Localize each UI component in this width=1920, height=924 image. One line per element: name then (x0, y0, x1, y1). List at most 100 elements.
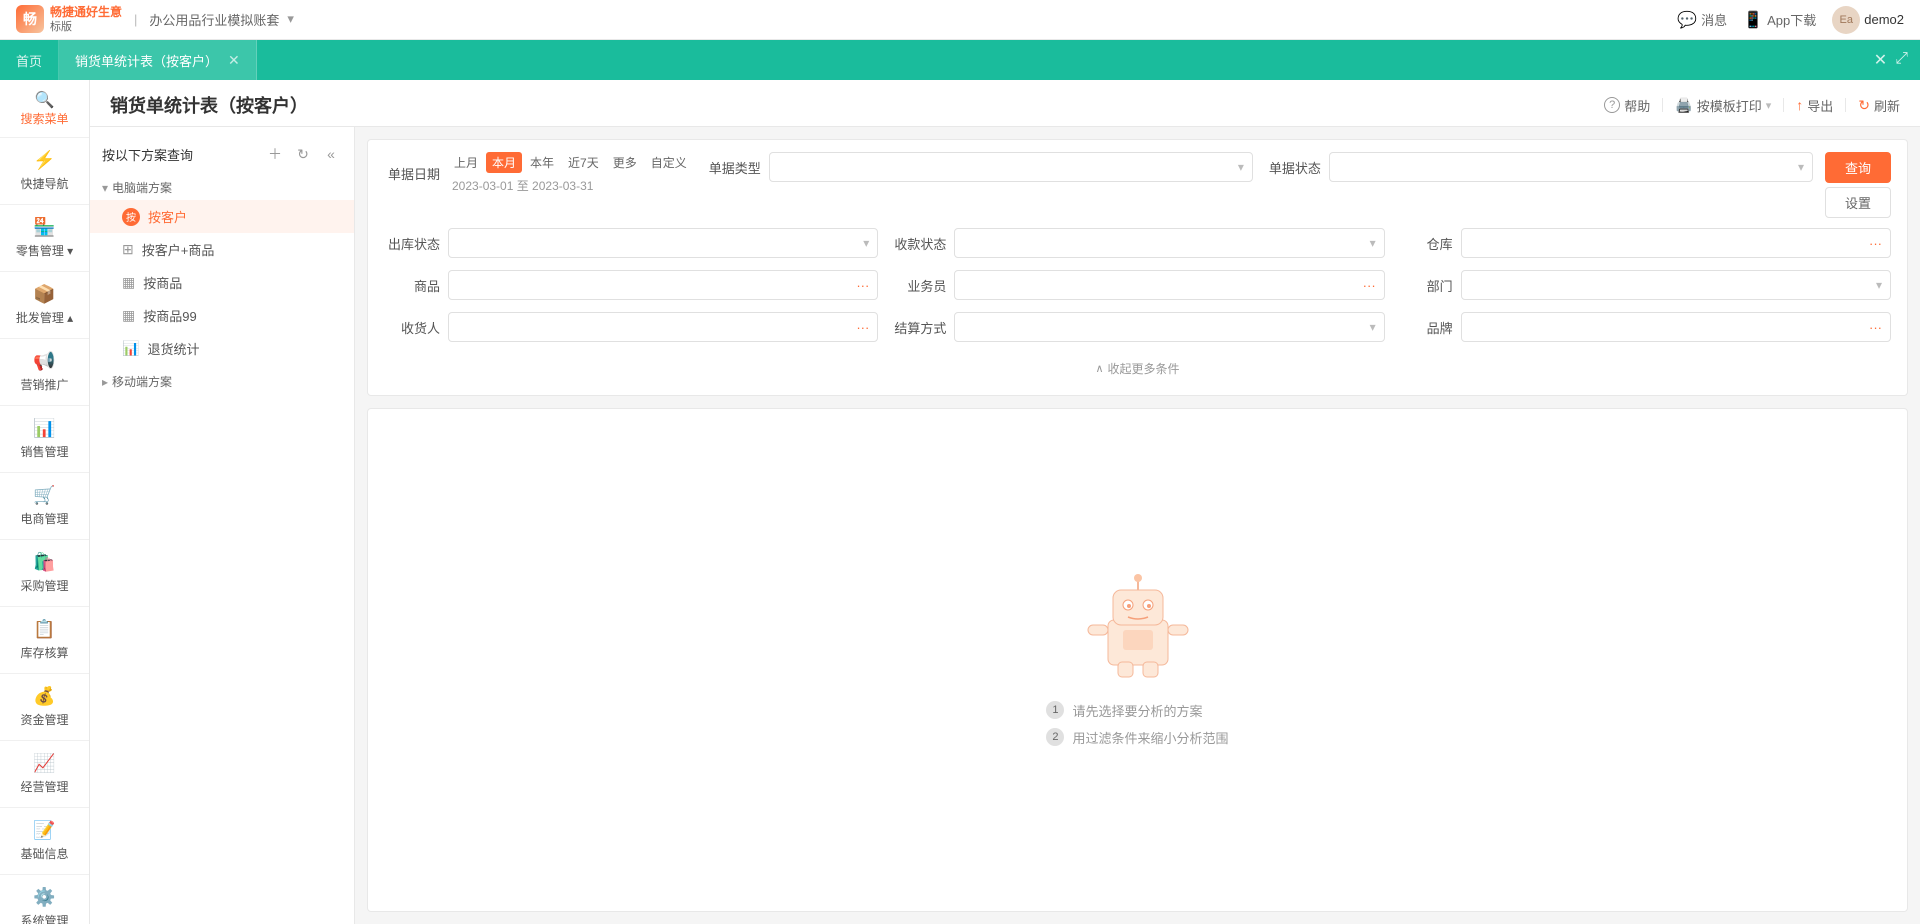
settings-button[interactable]: 设置 (1825, 187, 1891, 218)
department-control[interactable]: ▾ (1461, 270, 1891, 300)
sidebar-item-ops[interactable]: 📈 经营管理 (0, 741, 89, 808)
scheme-by-customer[interactable]: 按 按客户 (90, 200, 354, 233)
sidebar-item-system[interactable]: ⚙️ 系统管理 (0, 875, 89, 924)
collapse-scheme-btn[interactable]: « (320, 143, 342, 165)
mobile-group-arrow-icon: ▸ (102, 375, 108, 389)
scheme-return-stats[interactable]: 📊 退货统计 (90, 332, 354, 365)
add-scheme-btn[interactable]: ＋ (264, 143, 286, 165)
sidebar-item-ecom[interactable]: 🛒 电商管理 (0, 473, 89, 540)
sidebar-item-retail[interactable]: 🏪 零售管理 ▾ (0, 205, 89, 272)
grid-icon: ⊞ (122, 241, 134, 258)
recipient-more-icon[interactable]: ··· (856, 320, 869, 335)
sidebar-item-wholesale[interactable]: 📦 批发管理 ▴ (0, 272, 89, 339)
tab-close-btn[interactable]: ✕ (1874, 50, 1887, 70)
recipient-control[interactable]: ··· (448, 312, 878, 342)
warehouse-more-icon[interactable]: ··· (1869, 236, 1882, 251)
product-more-icon[interactable]: ··· (856, 278, 869, 293)
purchase-icon: 🛍️ (4, 552, 85, 573)
scheme-by-product99[interactable]: ▦ 按商品99 (90, 299, 354, 332)
filter-department-group: 部门 ▾ (1397, 270, 1891, 300)
active-scheme-badge: 按 (122, 208, 140, 226)
query-button[interactable]: 查询 (1825, 152, 1891, 183)
export-btn[interactable]: ↑ 导出 (1796, 96, 1833, 115)
payment-control[interactable]: ▾ (954, 312, 1384, 342)
quick-nav-icon: ⚡ (4, 150, 85, 171)
sidebar-quick-nav[interactable]: ⚡ 快捷导航 (0, 138, 89, 205)
receipt-status-control[interactable]: ▾ (954, 228, 1384, 258)
date-range-display: 2023-03-01 至 2023-03-31 (452, 177, 693, 194)
chart-icon: 📊 (122, 340, 139, 357)
brand-more-icon[interactable]: ··· (1869, 320, 1882, 335)
scheme-by-customer-product[interactable]: ⊞ 按客户+商品 (90, 233, 354, 266)
receiptstatus-arrow-icon: ▾ (1370, 236, 1376, 250)
help-btn[interactable]: ? 帮助 (1604, 96, 1650, 115)
date-tab-7days[interactable]: 近7天 (562, 152, 605, 173)
tab-close-icon[interactable]: ✕ (228, 52, 240, 69)
sidebar-item-sales[interactable]: 📊 销售管理 (0, 406, 89, 473)
divider3 (1845, 98, 1846, 112)
template-print-btn[interactable]: 🖨️ 按模板打印 ▾ (1675, 96, 1771, 115)
sidebar-item-purchase[interactable]: 🛍️ 采购管理 (0, 540, 89, 607)
doc-type-control[interactable]: ▾ (769, 152, 1253, 182)
date-tabs: 上月 本月 本年 近7天 更多 自定义 (448, 152, 693, 173)
date-tab-custom[interactable]: 自定义 (645, 152, 693, 173)
date-tab-this-month[interactable]: 本月 (486, 152, 522, 173)
sidebar-item-marketing[interactable]: 📢 营销推广 (0, 339, 89, 406)
date-tab-more[interactable]: 更多 (607, 152, 643, 173)
sidebar-item-inventory[interactable]: 📋 库存核算 (0, 607, 89, 674)
retail-icon: 🏪 (4, 217, 85, 238)
tab-home-label: 首页 (16, 51, 42, 70)
outstatus-arrow-icon: ▾ (863, 236, 869, 250)
empty-svg (1078, 565, 1198, 685)
refresh-scheme-btn[interactable]: ↻ (292, 143, 314, 165)
mobile-scheme-group: ▸ 移动端方案 (90, 369, 354, 394)
content-body: 按以下方案查询 ＋ ↻ « ▾ 电脑端方案 (90, 127, 1920, 924)
sales-icon: 📊 (4, 418, 85, 439)
payment-arrow-icon: ▾ (1370, 320, 1376, 334)
doc-status-control[interactable]: ▾ (1329, 152, 1813, 182)
tab-restore-btn[interactable]: ⤢ (1895, 50, 1908, 70)
main-area: 🔍 搜索菜单 ⚡ 快捷导航 🏪 零售管理 ▾ 📦 批发管理 ▴ 📢 营销推广 📊 (0, 80, 1920, 924)
tab-report[interactable]: 销货单统计表（按客户） ✕ (59, 40, 257, 80)
sidebar-search[interactable]: 🔍 搜索菜单 (0, 80, 89, 138)
appdownload-action[interactable]: 📱 App下载 (1743, 10, 1816, 30)
tab-bar-actions: ✕ ⤢ (1874, 50, 1920, 70)
scheme-header: 按以下方案查询 ＋ ↻ « (90, 137, 354, 171)
refresh-btn[interactable]: ↻ 刷新 (1858, 96, 1900, 115)
scheme-by-product[interactable]: ▦ 按商品 (90, 266, 354, 299)
date-tab-last-month[interactable]: 上月 (448, 152, 484, 173)
sidebar-item-basic[interactable]: 📝 基础信息 (0, 808, 89, 875)
refresh-icon: ↻ (1858, 97, 1870, 114)
salesperson-control[interactable]: ··· (954, 270, 1384, 300)
warehouse-control[interactable]: ··· (1461, 228, 1891, 258)
divider2 (1783, 98, 1784, 112)
tab-home[interactable]: 首页 (0, 40, 59, 80)
basic-icon: 📝 (4, 820, 85, 841)
mobile-group-title[interactable]: ▸ 移动端方案 (90, 369, 354, 394)
tab-report-label: 销货单统计表（按客户） (75, 51, 218, 70)
filter-salesperson-group: 业务员 ··· (890, 270, 1384, 300)
logo-text: 畅捷通好生意 标版 (50, 5, 122, 35)
product-control[interactable]: ··· (448, 270, 878, 300)
empty-state: 1 请先选择要分析的方案 2 用过滤条件来缩小分析范围 (367, 408, 1908, 912)
doctype-arrow-icon: ▾ (1238, 160, 1244, 174)
page-title: 销货单统计表（按客户） (110, 92, 308, 118)
hint-item-2: 2 用过滤条件来缩小分析范围 (1046, 728, 1228, 747)
print-dropdown-icon: ▾ (1766, 99, 1772, 112)
brand-control[interactable]: ··· (1461, 312, 1891, 342)
sidebar-item-finance[interactable]: 💰 资金管理 (0, 674, 89, 741)
industry-dropdown-icon[interactable]: ▾ (287, 11, 294, 27)
wholesale-icon: 📦 (4, 284, 85, 305)
desktop-group-title[interactable]: ▾ 电脑端方案 (90, 175, 354, 200)
logo-icon: 畅 (16, 5, 44, 33)
scheme-panel: 按以下方案查询 ＋ ↻ « ▾ 电脑端方案 (90, 127, 355, 924)
out-status-control[interactable]: ▾ (448, 228, 878, 258)
action-buttons: 查询 设置 (1825, 152, 1891, 218)
date-tab-this-year[interactable]: 本年 (524, 152, 560, 173)
scheme-actions: ＋ ↻ « (264, 143, 342, 165)
user-area[interactable]: Ea demo2 (1832, 6, 1904, 34)
salesperson-more-icon[interactable]: ··· (1363, 278, 1376, 293)
message-action[interactable]: 💬 消息 (1677, 10, 1727, 30)
username[interactable]: demo2 (1864, 12, 1904, 27)
collapse-bar[interactable]: ∧ 收起更多条件 (384, 354, 1891, 383)
